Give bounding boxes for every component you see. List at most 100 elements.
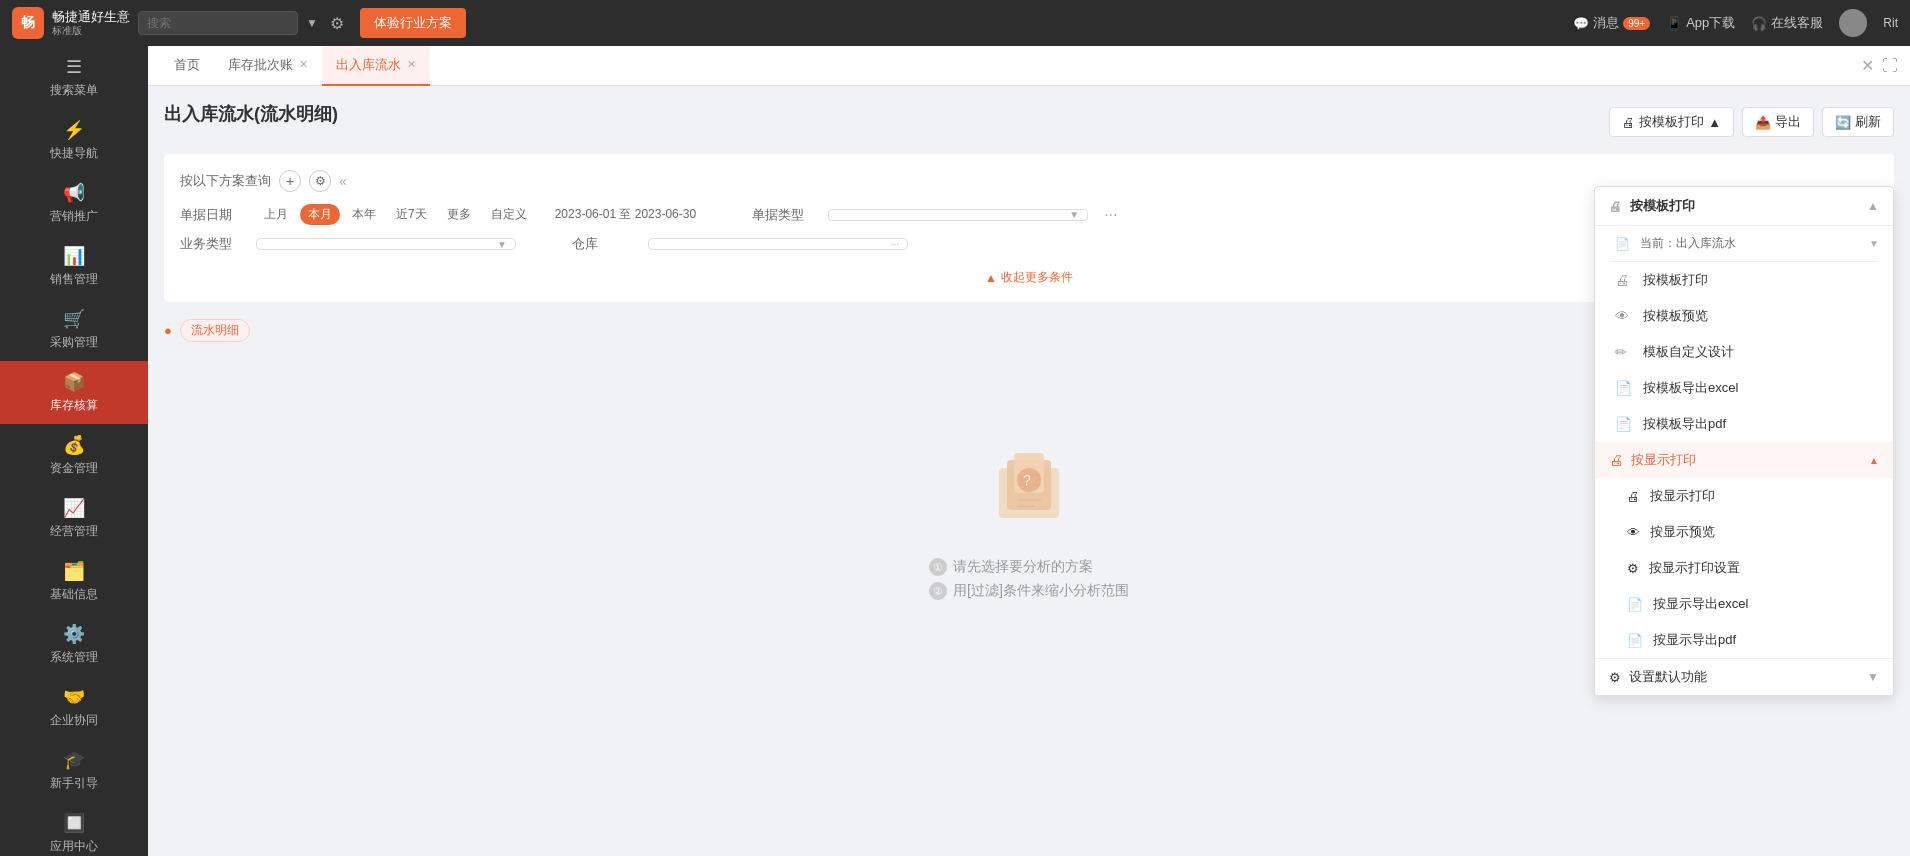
quick-nav-icon: ⚡ (63, 119, 85, 141)
sidebar-item-collab[interactable]: 🤝 企业协同 (0, 676, 148, 739)
dp-template-custom[interactable]: ✏ 模板自定义设计 (1595, 334, 1893, 370)
dp-footer-label: 设置默认功能 (1629, 668, 1707, 686)
tab-flow[interactable]: 出入库流水 ✕ (322, 46, 430, 86)
dp-display-settings-label: 按显示打印设置 (1649, 559, 1740, 577)
tab-bar: 首页 库存批次账 ✕ 出入库流水 ✕ ✕ ⛶ (148, 46, 1910, 86)
sidebar-item-inventory[interactable]: 📦 库存核算 (0, 361, 148, 424)
tab-home[interactable]: 首页 (160, 46, 214, 86)
dp-template-preview-label: 按模板预览 (1643, 307, 1708, 325)
tab-batch-close[interactable]: ✕ (299, 58, 308, 71)
sidebar-item-label: 企业协同 (50, 712, 98, 729)
dp-header-arrow[interactable]: ▲ (1867, 199, 1879, 213)
page-content: 出入库流水(流水明细) 🖨 按模板打印 ▲ 📤 导出 🔄 刷新 (148, 86, 1910, 856)
filter-tag-item[interactable]: 流水明细 (180, 319, 250, 342)
dp-header: 🖨 按模板打印 ▲ (1595, 187, 1893, 226)
filter-add-btn[interactable]: + (279, 170, 301, 192)
tab-close-all-icon[interactable]: ✕ (1861, 56, 1874, 75)
print-btn[interactable]: 🖨 按模板打印 ▲ (1609, 107, 1734, 137)
business-label: 业务类型 (180, 235, 240, 253)
sidebar-item-label: 新手引导 (50, 775, 98, 792)
dp-template-print[interactable]: 🖨 按模板打印 (1595, 262, 1893, 298)
dp-display-print-settings[interactable]: ⚙ 按显示打印设置 (1595, 550, 1893, 586)
tab-flow-close[interactable]: ✕ (407, 58, 416, 71)
message-label: 消息 (1593, 14, 1619, 32)
search-chevron-icon[interactable]: ▼ (306, 16, 318, 30)
tab-batch-label: 库存批次账 (228, 56, 293, 74)
marketing-icon: 📢 (63, 182, 85, 204)
sidebar-item-purchase[interactable]: 🛒 采购管理 (0, 298, 148, 361)
refresh-btn[interactable]: 🔄 刷新 (1822, 107, 1894, 137)
dp-template-preview-icon: 👁 (1615, 308, 1633, 324)
date-tab-more[interactable]: 更多 (439, 204, 479, 225)
online-service-btn[interactable]: 🎧 在线客服 (1751, 14, 1823, 32)
filter-collapse-icon[interactable]: « (339, 173, 347, 189)
app-brand: 畅捷通好生意 标准版 (52, 9, 130, 37)
dp-display-export-pdf[interactable]: 📄 按显示导出pdf (1595, 622, 1893, 658)
sidebar-item-operations[interactable]: 📈 经营管理 (0, 487, 148, 550)
type-select[interactable]: ▼ (828, 209, 1088, 221)
dp-display-section-icon: 🖨 (1609, 452, 1623, 468)
dp-template-pdf-icon: 📄 (1615, 416, 1633, 432)
dp-display-section[interactable]: 🖨 按显示打印 ▲ (1595, 442, 1893, 478)
warehouse-select[interactable]: ··· (648, 238, 908, 250)
dp-template-export-pdf[interactable]: 📄 按模板导出pdf (1595, 406, 1893, 442)
sidebar-item-label: 快捷导航 (50, 145, 98, 162)
sidebar-item-apps[interactable]: 🔲 应用中心 (0, 802, 148, 856)
type-select-arrow: ▼ (1069, 209, 1079, 220)
refresh-icon: 🔄 (1835, 115, 1851, 130)
sidebar-item-search-menu[interactable]: ☰ 搜索菜单 (0, 46, 148, 109)
sidebar-item-system[interactable]: ⚙️ 系统管理 (0, 613, 148, 676)
dp-footer[interactable]: ⚙ 设置默认功能 ▼ (1595, 658, 1893, 695)
message-icon: 💬 (1573, 16, 1589, 31)
hint-text-1: 请先选择要分析的方案 (953, 558, 1093, 576)
dp-template-pdf-label: 按模板导出pdf (1643, 415, 1726, 433)
date-tab-custom[interactable]: 自定义 (483, 204, 535, 225)
dp-display-preview[interactable]: 👁 按显示预览 (1595, 514, 1893, 550)
export-btn[interactable]: 📤 导出 (1742, 107, 1814, 137)
dp-template-print-label: 按模板打印 (1643, 271, 1708, 289)
operations-icon: 📈 (63, 497, 85, 519)
sidebar-item-basic[interactable]: 🗂️ 基础信息 (0, 550, 148, 613)
sidebar-item-finance[interactable]: 💰 资金管理 (0, 424, 148, 487)
message-btn[interactable]: 💬 消息 99+ (1573, 14, 1650, 32)
guide-icon: 🎓 (63, 749, 85, 771)
app-download-btn[interactable]: 📱 App下载 (1666, 14, 1735, 32)
dp-template-export-excel[interactable]: 📄 按模板导出excel (1595, 370, 1893, 406)
dp-template-custom-label: 模板自定义设计 (1643, 343, 1734, 361)
date-tab-7days[interactable]: 近7天 (388, 204, 435, 225)
filter-settings-btn[interactable]: ⚙ (309, 170, 331, 192)
sidebar: ☰ 搜索菜单 ⚡ 快捷导航 📢 营销推广 📊 销售管理 🛒 采购管理 📦 库存核… (0, 46, 148, 856)
sidebar-item-label: 基础信息 (50, 586, 98, 603)
dp-display-print[interactable]: 🖨 按显示打印 (1595, 478, 1893, 514)
collapse-btn[interactable]: ▲ 收起更多条件 (985, 269, 1073, 286)
type-more-icon[interactable]: ··· (1104, 206, 1117, 224)
dp-current-label: 当前：出入库流水 (1640, 235, 1736, 252)
dp-template-excel-label: 按模板导出excel (1643, 379, 1738, 397)
apps-icon: 🔲 (63, 812, 85, 834)
username-label: Rit (1883, 16, 1898, 30)
date-tab-this-month[interactable]: 本月 (300, 204, 340, 225)
dp-current-item[interactable]: 📄 当前：出入库流水 ▼ (1595, 226, 1893, 261)
top-search-input[interactable] (138, 11, 298, 35)
business-select[interactable]: ▼ (256, 238, 516, 250)
hint-item-1: ① 请先选择要分析的方案 (929, 558, 1129, 576)
tab-expand-icon[interactable]: ⛶ (1882, 57, 1898, 75)
dp-template-print-icon: 🖨 (1615, 272, 1633, 288)
date-tab-this-year[interactable]: 本年 (344, 204, 384, 225)
download-icon: 📱 (1666, 16, 1682, 31)
dp-display-export-excel[interactable]: 📄 按显示导出excel (1595, 586, 1893, 622)
industry-btn[interactable]: 体验行业方案 (360, 8, 466, 38)
dp-display-print-icon: 🖨 (1627, 489, 1640, 504)
settings-icon[interactable]: ⚙ (330, 14, 344, 33)
avatar[interactable] (1839, 9, 1867, 37)
sidebar-item-sales[interactable]: 📊 销售管理 (0, 235, 148, 298)
sidebar-item-quick-nav[interactable]: ⚡ 快捷导航 (0, 109, 148, 172)
sidebar-item-marketing[interactable]: 📢 营销推广 (0, 172, 148, 235)
tab-batch-account[interactable]: 库存批次账 ✕ (214, 46, 322, 86)
dp-template-preview[interactable]: 👁 按模板预览 (1595, 298, 1893, 334)
empty-illustration: ? (979, 438, 1079, 538)
date-tab-last-month[interactable]: 上月 (256, 204, 296, 225)
sidebar-item-guide[interactable]: 🎓 新手引导 (0, 739, 148, 802)
sidebar-item-label: 库存核算 (50, 397, 98, 414)
chevron-up-icon: ▲ (985, 271, 997, 285)
